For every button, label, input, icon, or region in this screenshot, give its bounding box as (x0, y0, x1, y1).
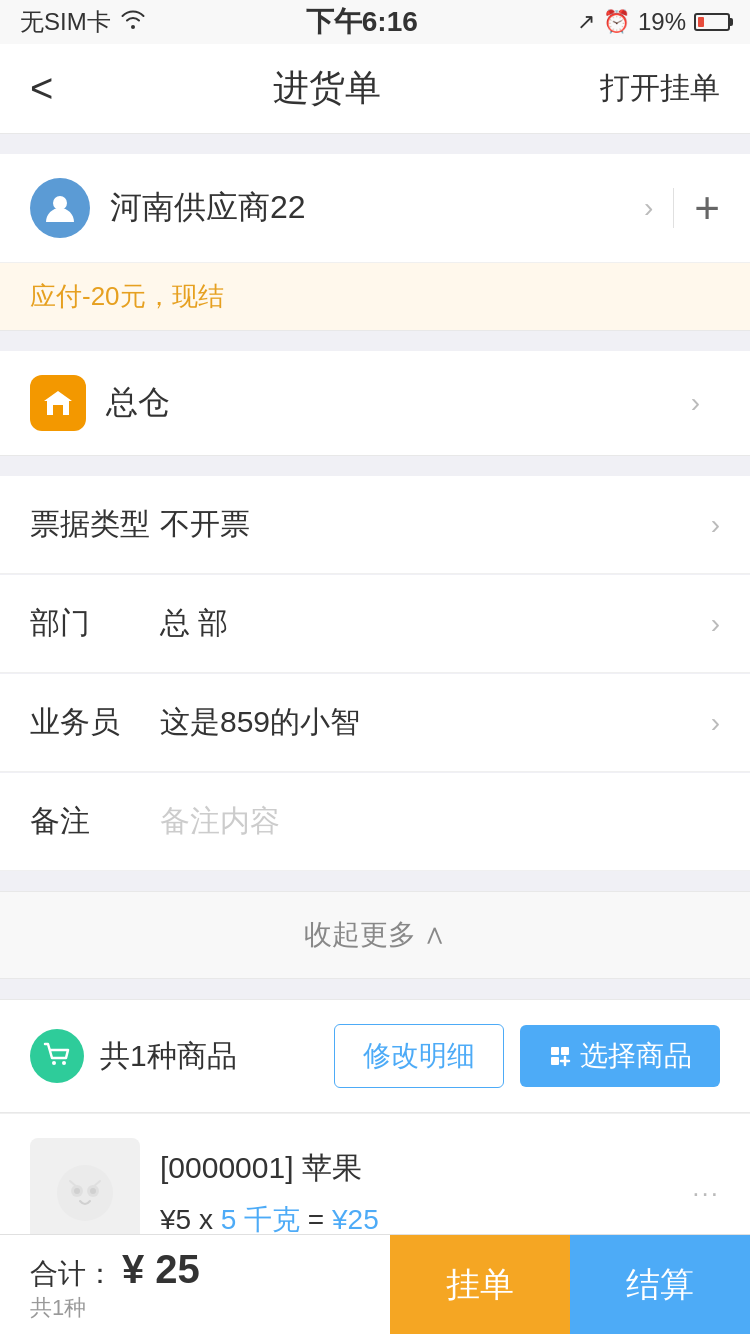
gap-7 (0, 871, 750, 891)
multiply-sign: x (199, 1204, 221, 1235)
total-amount: ¥ 25 (122, 1247, 200, 1292)
department-chevron-icon: › (711, 608, 720, 640)
house-icon (42, 387, 74, 419)
wifi-icon (119, 8, 147, 36)
total-label: 合计： (30, 1255, 114, 1293)
department-label: 部门 (30, 603, 150, 644)
collapse-row[interactable]: 收起更多 ∧ (0, 891, 750, 979)
product-name: [0000001] 苹果 (160, 1148, 692, 1189)
gap-1 (0, 134, 750, 154)
modify-detail-button[interactable]: 修改明细 (334, 1024, 504, 1088)
order-summary: 合计： ¥ 25 共1种 (0, 1235, 390, 1334)
select-product-label: 选择商品 (580, 1037, 692, 1075)
svg-point-3 (62, 1061, 66, 1065)
invoice-row[interactable]: 票据类型 不开票 › (0, 476, 750, 574)
svg-rect-1 (53, 405, 63, 415)
settle-label: 结算 (626, 1262, 694, 1308)
gap-8 (0, 979, 750, 999)
battery-icon (694, 13, 730, 31)
supplier-chevron-icon: › (644, 192, 653, 224)
product-code: [0000001] (160, 1151, 293, 1184)
vertical-divider (673, 188, 674, 228)
department-row[interactable]: 部门 总 部 › (0, 575, 750, 673)
cart-icon (42, 1041, 72, 1071)
invoice-label: 票据类型 (30, 504, 150, 545)
invoice-value: 不开票 (150, 504, 711, 545)
carrier-text: 无SIM卡 (20, 6, 111, 38)
hang-order-label: 挂单 (446, 1262, 514, 1308)
total-price: ¥25 (332, 1204, 379, 1235)
supplier-avatar (30, 178, 90, 238)
svg-point-7 (57, 1165, 113, 1221)
select-icon (548, 1044, 572, 1068)
svg-rect-4 (551, 1047, 559, 1055)
product-name-text: 苹果 (302, 1151, 362, 1184)
salesperson-value: 这是859的小智 (150, 702, 711, 743)
total-row: 合计： ¥ 25 (30, 1247, 360, 1293)
status-right: ↗ ⏰ 19% (577, 8, 730, 36)
items-count: 共1种 (30, 1293, 360, 1323)
salesperson-label: 业务员 (30, 702, 150, 743)
quantity: 5 (221, 1204, 237, 1235)
product-info: [0000001] 苹果 ¥5 x 5 千克 = ¥25 (160, 1148, 692, 1239)
salesperson-row[interactable]: 业务员 这是859的小智 › (0, 674, 750, 772)
status-left: 无SIM卡 (20, 6, 147, 38)
gap-3 (0, 456, 750, 476)
battery-percent: 19% (638, 8, 686, 36)
supplier-section: 河南供应商22 › + 应付-20元，现结 (0, 154, 750, 331)
add-button[interactable]: + (694, 186, 720, 230)
gps-icon: ↗ (577, 9, 595, 35)
page-title: 进货单 (273, 64, 381, 113)
remark-row[interactable]: 备注 备注内容 (0, 773, 750, 871)
equals-sign: = (308, 1204, 332, 1235)
svg-point-11 (90, 1188, 96, 1194)
unit-price: ¥5 (160, 1204, 191, 1235)
invoice-chevron-icon: › (711, 509, 720, 541)
svg-point-0 (53, 196, 67, 210)
svg-point-10 (74, 1188, 80, 1194)
select-product-button[interactable]: 选择商品 (520, 1025, 720, 1087)
remark-label: 备注 (30, 801, 150, 842)
warehouse-chevron-icon: › (691, 387, 700, 419)
unit: 千克 (244, 1204, 300, 1235)
warehouse-row[interactable]: 总仓 › (0, 351, 750, 456)
open-hang-button[interactable]: 打开挂单 (600, 68, 720, 109)
settle-button[interactable]: 结算 (570, 1235, 750, 1334)
product-count: 共1种商品 (100, 1036, 334, 1077)
bottom-bar: 合计： ¥ 25 共1种 挂单 结算 (0, 1234, 750, 1334)
supplier-notice: 应付-20元，现结 (0, 263, 750, 330)
status-time: 下午6:16 (306, 3, 418, 41)
svg-rect-5 (561, 1047, 569, 1055)
remark-input[interactable]: 备注内容 (150, 801, 720, 842)
nav-bar: < 进货单 打开挂单 (0, 44, 750, 134)
warehouse-name: 总仓 (106, 381, 691, 425)
hang-order-button[interactable]: 挂单 (390, 1235, 570, 1334)
product-header: 共1种商品 修改明细 选择商品 (0, 999, 750, 1113)
collapse-label: 收起更多 ∧ (304, 916, 447, 954)
alarm-icon: ⏰ (603, 9, 630, 35)
department-value: 总 部 (150, 603, 711, 644)
svg-point-2 (52, 1061, 56, 1065)
warehouse-icon (30, 375, 86, 431)
product-price: ¥5 x 5 千克 = ¥25 (160, 1201, 692, 1239)
supplier-row[interactable]: 河南供应商22 › + (0, 154, 750, 263)
salesperson-chevron-icon: › (711, 707, 720, 739)
gap-2 (0, 331, 750, 351)
product-icon (30, 1029, 84, 1083)
product-more-button[interactable]: ··· (692, 1178, 720, 1209)
person-icon (42, 190, 78, 226)
svg-rect-6 (551, 1057, 559, 1065)
back-button[interactable]: < (30, 66, 53, 111)
supplier-name: 河南供应商22 (110, 186, 644, 230)
status-bar: 无SIM卡 下午6:16 ↗ ⏰ 19% (0, 0, 750, 44)
owl-logo-icon (55, 1163, 115, 1223)
product-thumbnail (30, 1138, 140, 1248)
